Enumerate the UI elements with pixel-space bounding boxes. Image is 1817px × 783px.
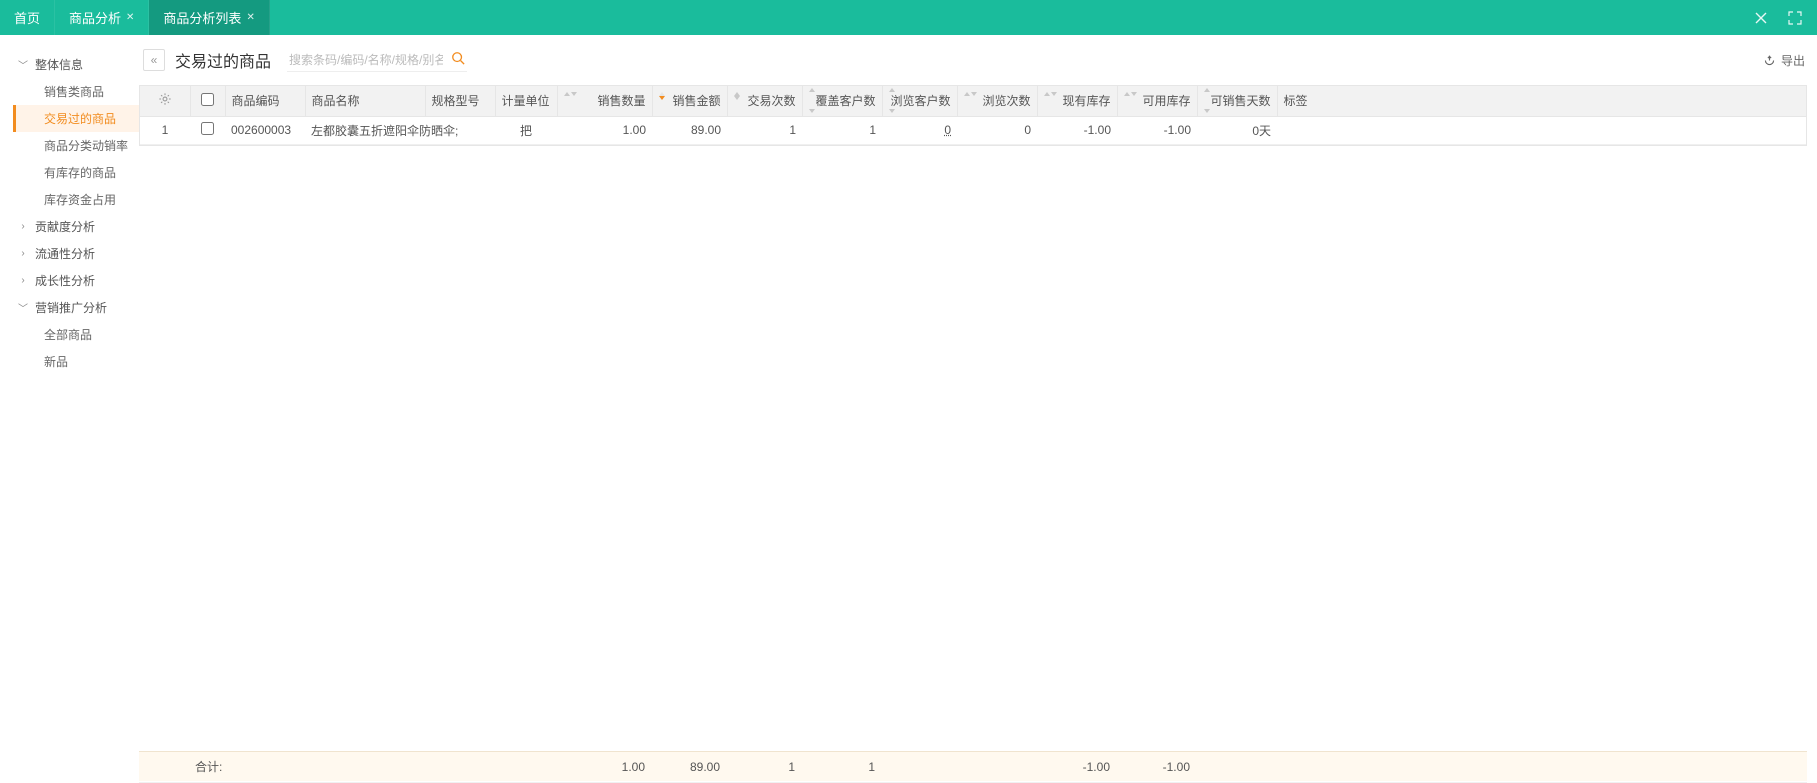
table-row[interactable]: 1 002600003 左都胶囊五折遮阳伞防晒伞; 把 1.00 89.00 1… [140,116,1806,144]
cell-product-code: 002600003 [225,116,305,144]
data-table: 商品编码 商品名称 规格型号 计量单位 销售数量 销售金额 交易次数 覆盖客户数… [139,85,1807,146]
cell-trade-count: 1 [727,116,802,144]
cell-select[interactable] [190,116,225,144]
footer-view-customers [881,752,956,782]
footer-sales-amount: 89.00 [651,752,726,782]
column-product-name[interactable]: 商品名称 [305,86,425,116]
chevron-right-icon: › [17,248,29,259]
column-trade-count[interactable]: 交易次数 [727,86,802,116]
column-product-code[interactable]: 商品编码 [225,86,305,116]
footer-view-count [956,752,1036,782]
close-icon[interactable]: ✕ [246,13,254,23]
sidebar-group-marketing[interactable]: ﹀ 营销推广分析 [13,294,139,321]
sidebar-group-label: 营销推广分析 [35,299,107,316]
tab-product-analysis-list[interactable]: 商品分析列表 ✕ [149,0,269,35]
cell-view-customers[interactable]: 0 [882,116,957,144]
column-view-count[interactable]: 浏览次数 [957,86,1037,116]
top-tab-bar: 首页 商品分析 ✕ 商品分析列表 ✕ [0,0,1817,35]
column-tag[interactable]: 标签 [1277,86,1806,116]
fullscreen-icon[interactable] [1783,6,1807,30]
sidebar-group-contribution[interactable]: › 贡献度分析 [13,213,139,240]
sidebar: ﹀ 整体信息 销售类商品 交易过的商品 商品分类动销率 有库存的商品 库存资金占… [13,35,139,781]
gear-icon [158,95,172,109]
chevron-down-icon: ﹀ [17,57,29,72]
footer-coverage-customers: 1 [801,752,881,782]
footer-stock-now: -1.00 [1036,752,1116,782]
footer-stock-avail: -1.00 [1116,752,1196,782]
close-icon[interactable]: ✕ [126,13,134,23]
sidebar-item-new-products[interactable]: 新品 [13,348,139,375]
cell-sellable-days: 0天 [1197,116,1277,144]
cell-view-count: 0 [957,116,1037,144]
main-content: « 交易过的商品 导出 [139,35,1817,781]
tab-product-analysis-label: 商品分析 [69,8,121,27]
export-icon [1763,54,1776,67]
table-header-row: 商品编码 商品名称 规格型号 计量单位 销售数量 销售金额 交易次数 覆盖客户数… [140,86,1806,116]
cell-index: 1 [140,116,190,144]
chevron-right-icon: › [17,275,29,286]
cell-sales-qty: 1.00 [557,116,652,144]
column-sales-qty[interactable]: 销售数量 [557,86,652,116]
sidebar-group-overall[interactable]: ﹀ 整体信息 [13,51,139,78]
cell-product-name: 左都胶囊五折遮阳伞防晒伞; [305,116,425,144]
row-checkbox[interactable] [201,122,214,135]
chevron-down-icon: ﹀ [17,300,29,315]
tab-product-analysis-list-label: 商品分析列表 [163,8,241,27]
cell-stock-avail: -1.00 [1117,116,1197,144]
column-stock-now[interactable]: 现有库存 [1037,86,1117,116]
tab-product-analysis[interactable]: 商品分析 ✕ [55,0,149,35]
column-sales-amount[interactable]: 销售金额 [652,86,727,116]
close-all-tabs-button[interactable] [1749,6,1773,30]
cell-stock-now: -1.00 [1037,116,1117,144]
export-button[interactable]: 导出 [1763,52,1805,69]
sidebar-group-circulation[interactable]: › 流通性分析 [13,240,139,267]
sidebar-item-stock-fund[interactable]: 库存资金占用 [13,186,139,213]
column-settings[interactable] [140,86,190,116]
cell-tag [1277,116,1806,144]
cell-sales-amount: 89.00 [652,116,727,144]
sidebar-group-label: 贡献度分析 [35,218,95,235]
footer-sellable-days [1196,752,1276,782]
search-icon[interactable] [451,51,465,68]
column-view-customers[interactable]: 浏览客户数 [882,86,957,116]
page-title: 交易过的商品 [175,48,271,72]
tab-home[interactable]: 首页 [0,0,55,35]
cell-unit: 把 [495,116,557,144]
column-unit[interactable]: 计量单位 [495,86,557,116]
sidebar-group-label: 整体信息 [35,56,83,73]
sidebar-item-sales-products[interactable]: 销售类商品 [13,78,139,105]
sidebar-item-traded-products[interactable]: 交易过的商品 [13,105,139,132]
sidebar-item-category-rate[interactable]: 商品分类动销率 [13,132,139,159]
sidebar-item-all-products[interactable]: 全部商品 [13,321,139,348]
sidebar-group-growth[interactable]: › 成长性分析 [13,267,139,294]
search-box [287,49,467,72]
sidebar-group-label: 流通性分析 [35,245,95,262]
column-sellable-days[interactable]: 可销售天数 [1197,86,1277,116]
column-select-all[interactable] [190,86,225,116]
column-coverage-customers[interactable]: 覆盖客户数 [802,86,882,116]
column-spec[interactable]: 规格型号 [425,86,495,116]
column-stock-avail[interactable]: 可用库存 [1117,86,1197,116]
search-input[interactable] [287,49,467,72]
sidebar-group-label: 成长性分析 [35,272,95,289]
gutter [0,35,13,781]
cell-coverage-customers: 1 [802,116,882,144]
chevron-right-icon: › [17,221,29,232]
page-header: « 交易过的商品 导出 [139,35,1817,85]
sidebar-collapse-button[interactable]: « [143,49,165,71]
select-all-checkbox[interactable] [201,93,214,106]
sidebar-item-in-stock[interactable]: 有库存的商品 [13,159,139,186]
footer-trade-count: 1 [726,752,801,782]
footer-sales-qty: 1.00 [556,752,651,782]
export-label: 导出 [1781,52,1805,69]
footer-label: 合计: [189,752,304,782]
table-footer-total: 合计: 1.00 89.00 1 1 -1.00 -1.00 [139,751,1807,781]
tab-home-label: 首页 [14,8,40,27]
